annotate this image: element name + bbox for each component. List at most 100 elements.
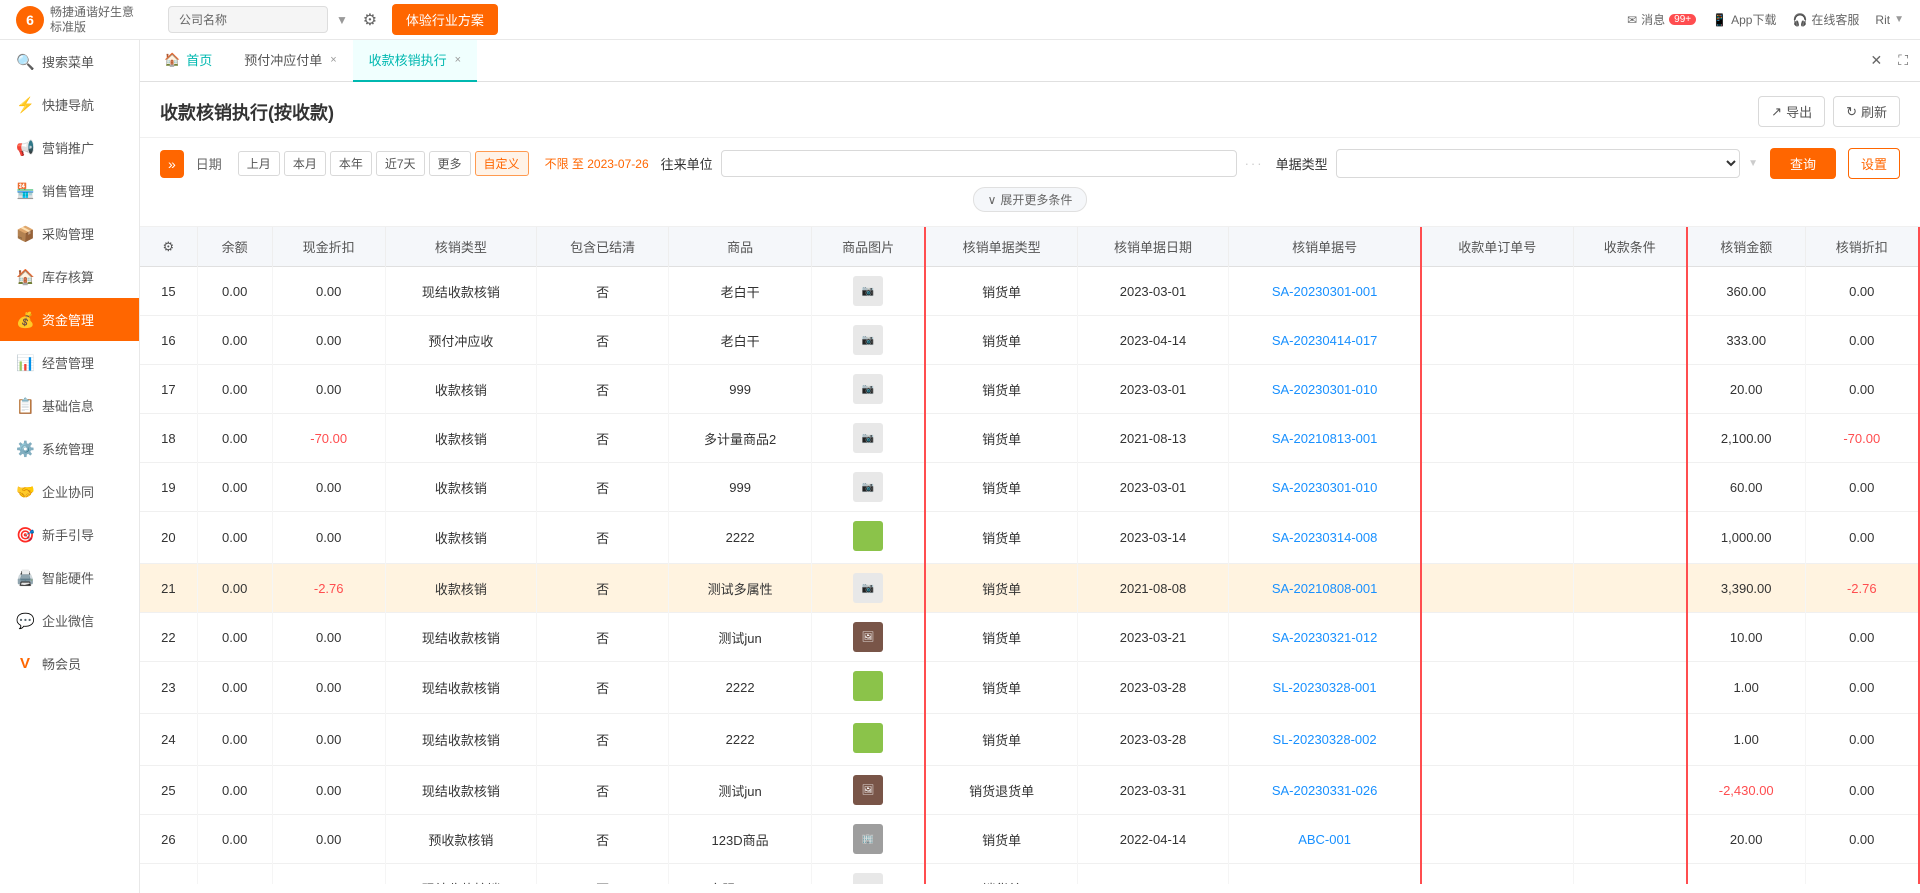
settings-btn[interactable]: 设置 — [1848, 148, 1900, 179]
query-btn[interactable]: 查询 — [1770, 148, 1836, 179]
export-btn[interactable]: ↗ 导出 — [1758, 96, 1825, 127]
custom-btn[interactable]: 自定义 — [475, 151, 529, 176]
sidebar-item-member[interactable]: V 畅会员 — [0, 642, 139, 685]
home-icon: 🏠 — [164, 52, 180, 68]
company-selector[interactable]: 公司名称 — [168, 6, 328, 33]
tab-verify[interactable]: 收款核销执行 × — [353, 40, 477, 82]
sidebar-item-sales[interactable]: 🏪 销售管理 — [0, 169, 139, 212]
cell-verify-bill-no: SA-20230331-026 — [1229, 766, 1421, 815]
cell-verify-bill-no: SA-20230321-012 — [1229, 613, 1421, 662]
bill-no-link[interactable]: SL-20230328-001 — [1273, 680, 1377, 695]
bill-no-link[interactable]: SA-20230331-026 — [1272, 783, 1378, 798]
cell-product: 衣服00001 — [669, 864, 812, 885]
bill-no-link[interactable]: SA-20230414-017 — [1272, 333, 1378, 348]
headset-icon: 🎧 — [1792, 13, 1807, 27]
bill-no-link[interactable]: SA-20230301-001 — [1272, 284, 1378, 299]
this-month-btn[interactable]: 本月 — [284, 151, 326, 176]
table-row: 20 0.00 0.00 收款核销 否 2222 销货单 2023-03-14 … — [140, 512, 1919, 564]
partner-input[interactable] — [721, 150, 1237, 177]
7days-btn[interactable]: 近7天 — [376, 151, 425, 176]
cell-verify-bill-date: 2023-03-14 — [1077, 512, 1228, 564]
sidebar-label-member: 畅会员 — [42, 654, 81, 673]
sidebar-item-system[interactable]: ⚙️ 系统管理 — [0, 427, 139, 470]
cell-verify-type: 现结收款核销 — [385, 864, 536, 885]
bill-no-link[interactable]: SA-20230301-010 — [1272, 480, 1378, 495]
sidebar-item-guide[interactable]: 🎯 新手引导 — [0, 513, 139, 556]
industry-btn[interactable]: 体验行业方案 — [392, 4, 498, 35]
online-service-btn[interactable]: 🎧 在线客服 — [1792, 11, 1859, 28]
bill-no-link[interactable]: SL-20230408-001 — [1273, 881, 1377, 885]
settings-icon-btn[interactable]: ⚙ — [356, 6, 384, 34]
bill-no-link[interactable]: SA-20230301-010 — [1272, 382, 1378, 397]
this-year-btn[interactable]: 本年 — [330, 151, 372, 176]
sidebar-item-business[interactable]: 📊 经营管理 — [0, 341, 139, 384]
cell-verify-bill-type: 销货单 — [925, 613, 1077, 662]
close-window-btn[interactable]: ✕ — [1866, 48, 1886, 73]
expand-icon: ∨ — [988, 193, 997, 207]
cell-payment-terms — [1573, 512, 1687, 564]
tab-prepay[interactable]: 预付冲应付单 × — [228, 40, 352, 82]
maximize-btn[interactable]: ⛶ — [1894, 48, 1912, 73]
bill-no-link[interactable]: SA-20210813-001 — [1272, 431, 1378, 446]
hardware-icon: 🖨️ — [16, 569, 34, 587]
sidebar-item-quick-nav[interactable]: ⚡ 快捷导航 — [0, 83, 139, 126]
cell-verify-bill-date: 2023-04-14 — [1077, 316, 1228, 365]
sidebar-item-finance[interactable]: 💰 资金管理 — [0, 298, 139, 341]
voucher-type-select[interactable] — [1336, 149, 1740, 178]
sidebar-item-hardware[interactable]: 🖨️ 智能硬件 — [0, 556, 139, 599]
message-btn[interactable]: ✉ 消息 99+ — [1627, 11, 1696, 28]
chevron-down-icon2: ▼ — [1894, 14, 1904, 25]
expand-label: 展开更多条件 — [1000, 191, 1072, 208]
cell-verify-bill-date: 2023-03-01 — [1077, 365, 1228, 414]
mobile-icon: 📱 — [1712, 13, 1727, 27]
cell-row-num: 27 — [140, 864, 197, 885]
bill-no-link[interactable]: SA-20230314-008 — [1272, 530, 1378, 545]
sidebar-item-enterprise[interactable]: 🤝 企业协同 — [0, 470, 139, 513]
tab-bar-right: ✕ ⛶ — [1866, 48, 1912, 73]
cell-verify-amount: 20.00 — [1687, 365, 1805, 414]
sidebar-label-quick-nav: 快捷导航 — [42, 95, 94, 114]
cell-product: 2222 — [669, 662, 812, 714]
table-row: 23 0.00 0.00 现结收款核销 否 2222 销货单 2023-03-2… — [140, 662, 1919, 714]
page-actions: ↗ 导出 ↻ 刷新 — [1758, 96, 1900, 127]
cell-balance: 0.00 — [197, 414, 272, 463]
product-image — [853, 521, 883, 551]
sidebar-item-marketing[interactable]: 📢 营销推广 — [0, 126, 139, 169]
sidebar-item-inventory[interactable]: 🏠 库存核算 — [0, 255, 139, 298]
table-row: 25 0.00 0.00 现结收款核销 否 测试jun 🖼 销货退货单 2023… — [140, 766, 1919, 815]
cell-product: 老白干 — [669, 267, 812, 316]
sidebar-label-system: 系统管理 — [42, 439, 94, 458]
tab-verify-close[interactable]: × — [455, 54, 461, 66]
page-title: 收款核销执行(按收款) — [160, 99, 334, 125]
cell-product: 999 — [669, 463, 812, 512]
basic-icon: 📋 — [16, 397, 34, 415]
tab-home[interactable]: 🏠 首页 — [148, 40, 228, 82]
sidebar-item-search[interactable]: 🔍 搜索菜单 — [0, 40, 139, 83]
cell-payment-terms — [1573, 714, 1687, 766]
expand-more-btn[interactable]: ∨ 展开更多条件 — [973, 187, 1088, 212]
sidebar-item-purchase[interactable]: 📦 采购管理 — [0, 212, 139, 255]
collapse-btn[interactable]: » — [160, 150, 184, 178]
cell-product: 2222 — [669, 714, 812, 766]
th-settings[interactable]: ⚙ — [140, 227, 197, 267]
th-verify-bill-date: 核销单据日期 — [1077, 227, 1228, 267]
bill-no-link[interactable]: SA-20210808-001 — [1272, 581, 1378, 596]
expand-more-area[interactable]: ∨ 展开更多条件 — [160, 187, 1900, 212]
cell-verify-type: 现结收款核销 — [385, 613, 536, 662]
tab-prepay-close[interactable]: × — [330, 54, 336, 66]
last-month-btn[interactable]: 上月 — [238, 151, 280, 176]
cell-include-settled: 否 — [537, 414, 669, 463]
more-btn[interactable]: 更多 — [429, 151, 471, 176]
cell-product-img: 📷 — [812, 414, 926, 463]
bill-no-link[interactable]: SA-20230321-012 — [1272, 630, 1378, 645]
bill-no-link[interactable]: ABC-001 — [1298, 832, 1351, 847]
refresh-btn[interactable]: ↻ 刷新 — [1833, 96, 1900, 127]
cell-verify-amount: 2,100.00 — [1687, 414, 1805, 463]
sidebar-item-wechat[interactable]: 💬 企业微信 — [0, 599, 139, 642]
cell-payment-terms — [1573, 815, 1687, 864]
app-download-btn[interactable]: 📱 App下载 — [1712, 11, 1776, 28]
sidebar-item-basic[interactable]: 📋 基础信息 — [0, 384, 139, 427]
cell-payment-terms — [1573, 613, 1687, 662]
bill-no-link[interactable]: SL-20230328-002 — [1273, 732, 1377, 747]
user-name-area[interactable]: Rit ▼ — [1875, 13, 1904, 27]
